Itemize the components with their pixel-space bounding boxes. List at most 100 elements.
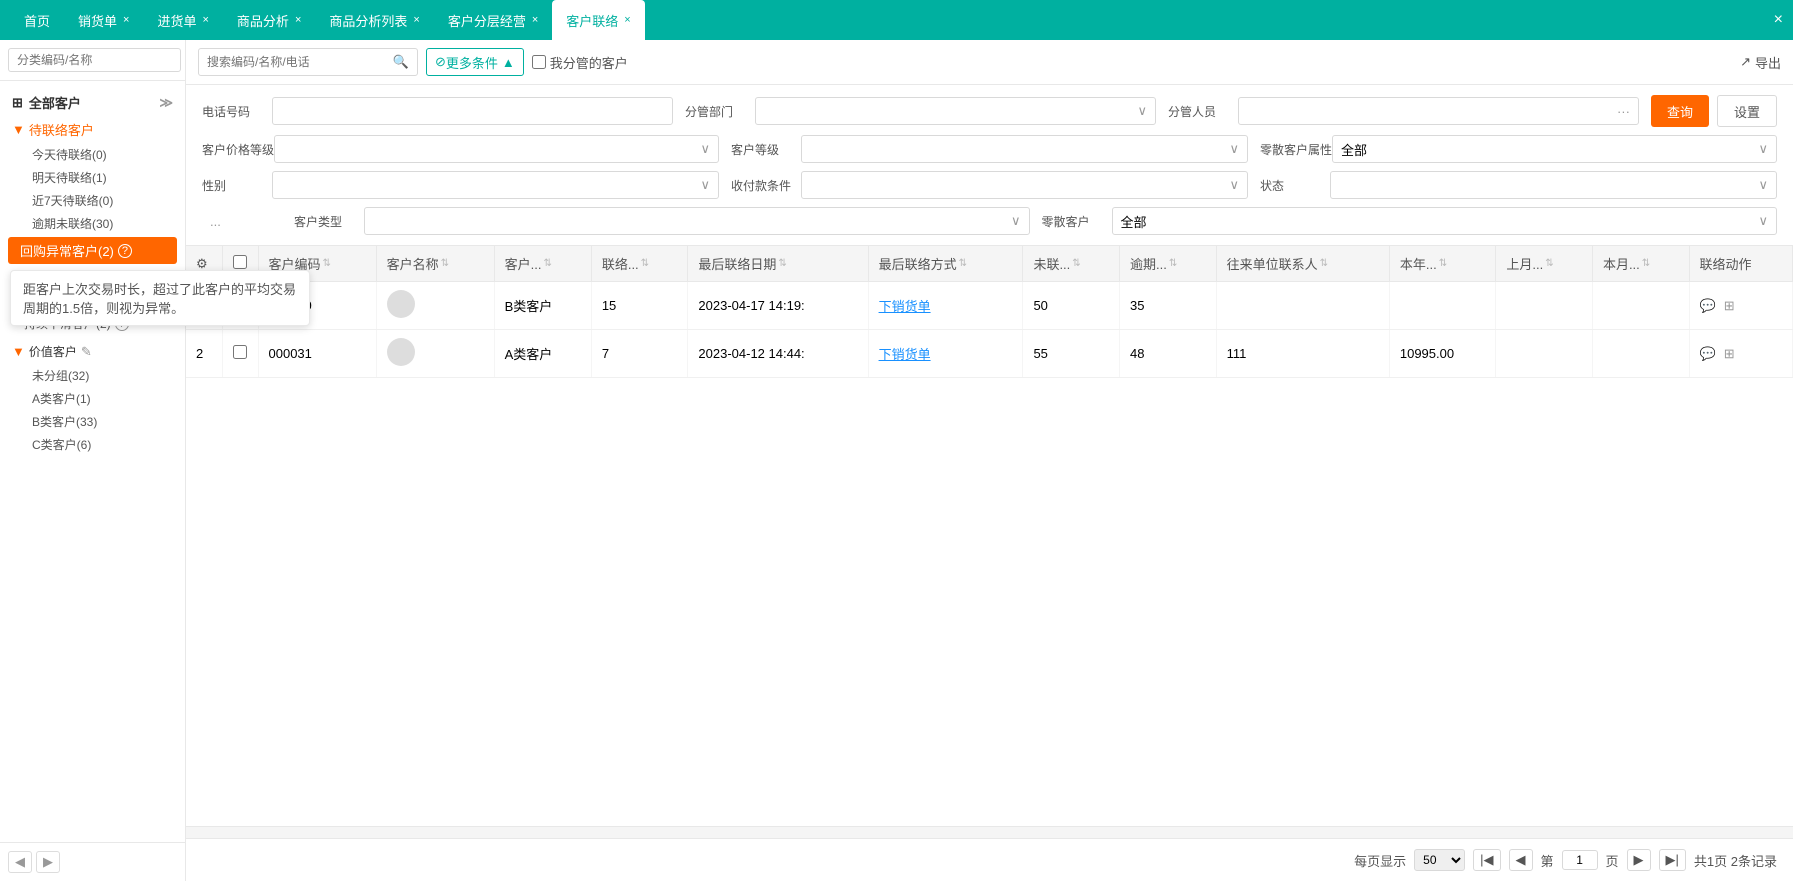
adv-filter-row-3: 性别 ∨ 收付款条件 ∨ 状态 ∨ [202,171,1777,199]
nav-tab-purchase-close[interactable]: × [202,14,208,26]
query-button[interactable]: 查询 [1651,95,1709,127]
cell-contact-2: 7 [591,330,688,378]
nav-tab-analysis-list-close[interactable]: × [413,14,419,26]
filter-phone: 电话号码 [202,97,673,125]
th-this-year[interactable]: 本年... ⇅ [1389,246,1496,282]
nav-tab-analysis-list[interactable]: 商品分析列表 × [315,0,433,40]
customer-type-select[interactable]: ∨ [364,207,1030,235]
sidebar-search-area: 🔍 [0,40,185,81]
dept-select[interactable]: ∨ [755,97,1156,125]
sidebar-item-7days[interactable]: 近7天待联络(0) [8,189,185,212]
sidebar-item-tomorrow[interactable]: 明天待联络(1) [8,166,185,189]
nav-tab-customer-contact-close[interactable]: × [624,14,630,26]
sort-icon-contact: ⇅ [641,258,649,269]
per-page-select[interactable]: 50 100 [1414,849,1465,871]
sidebar-group-pending[interactable]: ▼ 待联络客户 [0,116,185,143]
sidebar-item-today[interactable]: 今天待联络(0) [8,143,185,166]
nav-tab-home[interactable]: 首页 [10,0,64,40]
sidebar-item-repurchase-abnormal[interactable]: 回购异常客户(2) ? [8,237,177,264]
last-contact-link-1[interactable]: 下销货单 [879,299,931,314]
th-name[interactable]: 客户名称 ⇅ [376,246,494,282]
filter-customer-type: 客户类型 ∨ [294,207,1030,235]
th-unit-contacts[interactable]: 往来单位联系人 ⇅ [1216,246,1389,282]
phone-input[interactable] [272,97,673,125]
action-icon-grid-1[interactable]: ⊞ [1724,298,1735,314]
nav-tab-purchase[interactable]: 进货单 × [143,0,222,40]
cell-last-type-2[interactable]: 下销货单 [868,330,1023,378]
dots-button[interactable]: ... [202,214,229,229]
th-unreached[interactable]: 未联... ⇅ [1023,246,1120,282]
payment-select[interactable]: ∨ [801,171,1248,199]
nav-tab-customer-contact[interactable]: 客户联络 × [552,0,644,40]
sidebar-all-customers[interactable]: ⊞ 全部客户 ≫ [0,89,185,116]
retail-customer-select[interactable]: 全部 ∨ [1112,207,1778,235]
th-last-month[interactable]: 上月... ⇅ [1496,246,1593,282]
select-all-checkbox[interactable] [233,255,247,269]
sidebar-prev-btn[interactable]: ◀ [8,851,32,873]
nav-tab-analysis-close[interactable]: × [295,14,301,26]
chevron-down-icon-level: ∨ [1229,141,1239,157]
more-conditions-btn[interactable]: ⊘ 更多条件 ▲ [426,48,524,76]
page-input[interactable] [1562,850,1598,870]
cell-this-month-2 [1592,330,1689,378]
last-page-btn[interactable]: ▶| [1659,849,1686,871]
first-page-btn[interactable]: |◀ [1473,849,1500,871]
nav-tab-sales[interactable]: 销货单 × [64,0,143,40]
price-level-select[interactable]: ∨ [274,135,719,163]
th-contact[interactable]: 联络... ⇅ [591,246,688,282]
nav-tab-customer-tier[interactable]: 客户分层经营 × [434,0,552,40]
window-close-button[interactable]: × [1774,11,1783,29]
data-table: ⚙ 客户编码 ⇅ [186,246,1793,378]
chevron-down-icon-gender: ∨ [700,177,710,193]
settings-button[interactable]: 设置 [1717,95,1777,127]
row-actions-2: 💬 ⊞ [1700,346,1782,362]
page-suffix: 页 [1606,851,1619,870]
action-icon-grid-2[interactable]: ⊞ [1724,346,1735,362]
th-type[interactable]: 客户... ⇅ [494,246,591,282]
page-label: 第 [1541,851,1554,870]
search-icon[interactable]: 🔍 [393,54,409,70]
sidebar-next-btn[interactable]: ▶ [36,851,60,873]
th-overdue[interactable]: 逾期... ⇅ [1120,246,1217,282]
top-nav: 首页 销货单 × 进货单 × 商品分析 × 商品分析列表 × 客户分层经营 × … [0,0,1793,40]
th-this-month[interactable]: 本月... ⇅ [1592,246,1689,282]
gender-select[interactable]: ∨ [272,171,719,199]
sidebar-search-input[interactable] [8,48,181,72]
row-actions-1: 💬 ⊞ [1700,298,1782,314]
sidebar-item-overdue[interactable]: 逾期未联络(30) [8,212,185,235]
cell-last-type-1[interactable]: 下销货单 [868,282,1023,330]
last-contact-link-2[interactable]: 下销货单 [879,347,931,362]
main-content: 🔍 ⊘ 更多条件 ▲ 我分管的客户 ↗ 导出 [186,40,1793,881]
value-customer-edit[interactable]: ✎ [81,344,92,360]
help-icon[interactable]: ? [118,244,132,258]
prev-page-btn[interactable]: ◀ [1509,849,1533,871]
retail-attr-select[interactable]: 全部 ∨ [1332,135,1777,163]
row-checkbox-2[interactable] [233,345,247,359]
nav-tab-sales-close[interactable]: × [123,14,129,26]
table-area: ⚙ 客户编码 ⇅ [186,246,1793,826]
sidebar-item-b-class[interactable]: B类客户(33) [8,410,185,433]
filter-manager: 分管人员 ··· [1168,97,1639,125]
customer-level-select[interactable]: ∨ [801,135,1248,163]
next-page-btn[interactable]: ▶ [1627,849,1651,871]
action-icon-chat-1[interactable]: 💬 [1700,298,1716,314]
my-customers-input[interactable] [532,55,546,69]
search-input[interactable] [207,55,393,69]
nav-tab-analysis[interactable]: 商品分析 × [223,0,315,40]
horizontal-scrollbar[interactable] [186,826,1793,838]
manager-select[interactable]: ··· [1238,97,1639,125]
th-last-type[interactable]: 最后联络方式 ⇅ [868,246,1023,282]
sidebar-item-c-class[interactable]: C类客户(6) [8,433,185,456]
status-select[interactable]: ∨ [1330,171,1777,199]
export-icon: ↗ [1740,54,1751,70]
sidebar-collapse-btn[interactable]: ≫ [159,95,173,111]
export-btn[interactable]: ↗ 导出 [1740,53,1781,72]
nav-tab-customer-tier-close[interactable]: × [532,14,538,26]
settings-gear-icon[interactable]: ⚙ [196,256,208,271]
action-icon-chat-2[interactable]: 💬 [1700,346,1716,362]
action-btns: 查询 设置 [1651,95,1777,127]
th-last-date[interactable]: 最后联络日期 ⇅ [688,246,868,282]
sidebar-item-ungroup[interactable]: 未分组(32) [8,364,185,387]
sidebar-pending-items: 今天待联络(0) 明天待联络(1) 近7天待联络(0) 逾期未联络(30) [0,143,185,235]
sidebar-item-a-class[interactable]: A类客户(1) [8,387,185,410]
